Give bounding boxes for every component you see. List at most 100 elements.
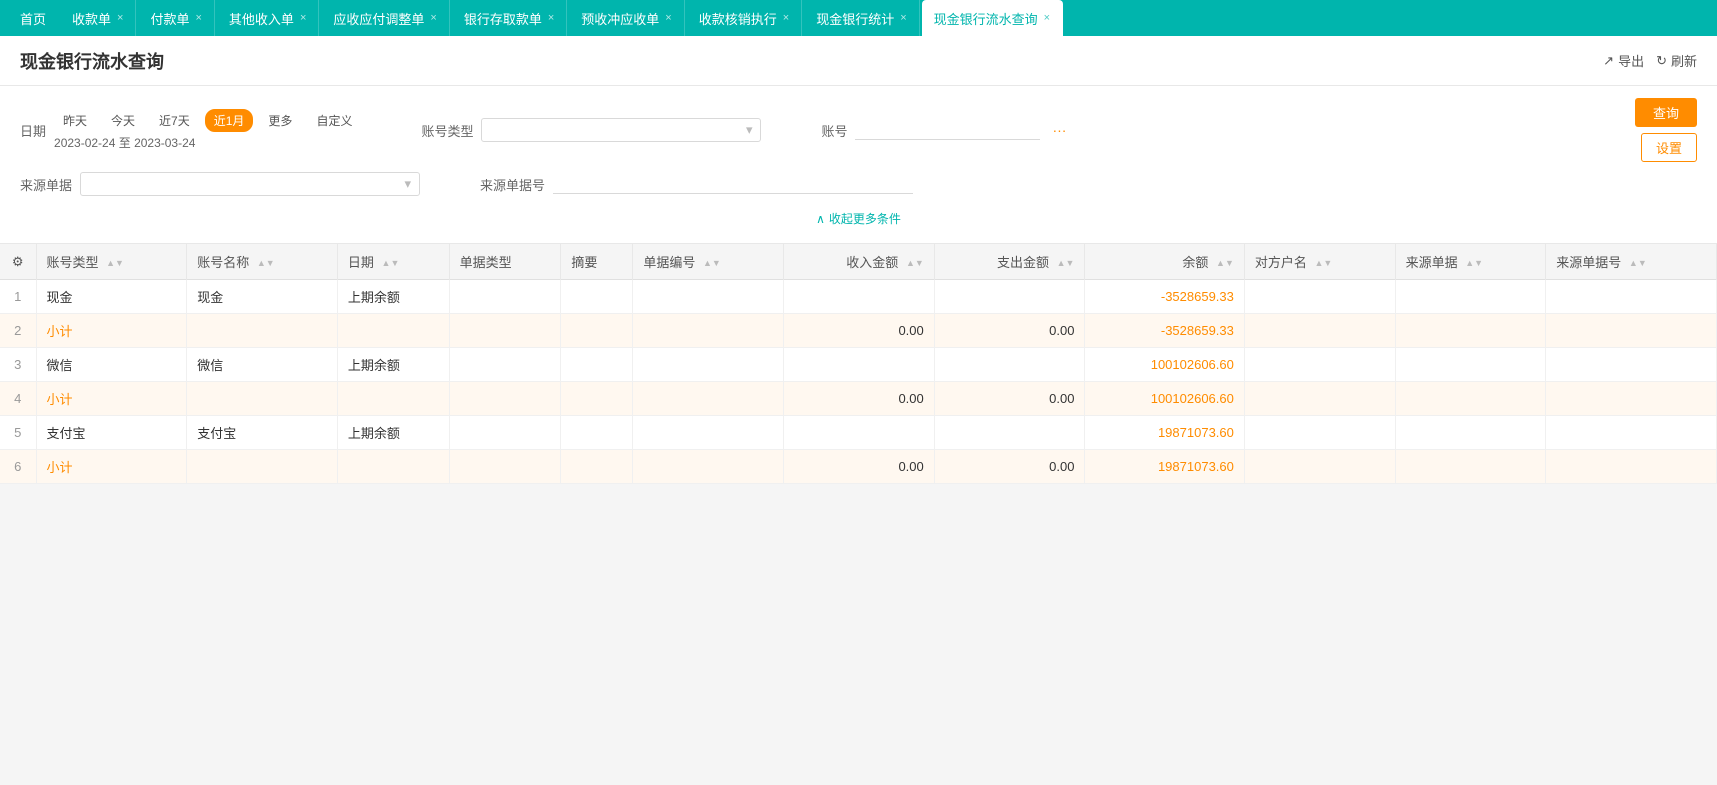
collapse-bar[interactable]: ∧ 收起更多条件 [20,206,1697,231]
td-summary [561,450,633,484]
td-source-doc [1395,280,1546,314]
account-type-select[interactable]: ▾ [481,118,761,142]
nav-tab-shoukuanhexiao[interactable]: 收款核销执行 × [687,0,802,36]
date-btn-1month[interactable]: 近1月 [205,109,254,132]
refresh-button[interactable]: ↻ 刷新 [1656,51,1697,70]
th-counterpart[interactable]: 对方户名 ▲▼ [1244,244,1395,280]
close-icon[interactable]: × [665,12,671,24]
source-doc-select[interactable]: ▾ [80,172,420,196]
td-income [784,348,935,382]
td-doc-no [633,416,784,450]
th-account-name[interactable]: 账号名称 ▲▼ [187,244,338,280]
td-counterpart [1244,348,1395,382]
account-input[interactable] [855,120,1040,140]
nav-tab-qitashouru[interactable]: 其他收入单 × [217,0,319,36]
th-balance[interactable]: 余额 ▲▼ [1085,244,1244,280]
date-btn-yesterday[interactable]: 昨天 [54,109,96,132]
source-doc-num-label: 来源单据号 [480,175,545,194]
td-summary [561,280,633,314]
close-icon[interactable]: × [195,12,201,24]
settings-button[interactable]: 设置 [1641,133,1697,162]
td-balance: 100102606.60 [1085,382,1244,416]
sort-icon-doc-no: ▲▼ [703,259,721,268]
date-options: 昨天 今天 近7天 近1月 更多 自定义 [54,109,361,132]
date-btn-custom[interactable]: 自定义 [307,109,361,132]
date-btn-7days[interactable]: 近7天 [150,109,199,132]
th-doc-type: 单据类型 [449,244,561,280]
close-icon[interactable]: × [548,12,554,24]
nav-tab-liushui[interactable]: 现金银行流水查询 × [922,0,1063,36]
th-date[interactable]: 日期 ▲▼ [337,244,449,280]
td-balance: 19871073.60 [1085,450,1244,484]
nav-tab-yingshoutiaozheng[interactable]: 应收应付调整单 × [321,0,449,36]
table-row: 6 小计 0.00 0.00 19871073.60 [0,450,1717,484]
filter-row-1: 日期 昨天 今天 近7天 近1月 更多 自定义 2023-02-24 至 202… [20,98,1697,162]
top-navigation: 首页 收款单 × 付款单 × 其他收入单 × 应收应付调整单 × 银行存取款单 … [0,0,1717,36]
th-doc-no[interactable]: 单据编号 ▲▼ [633,244,784,280]
td-account-type: 微信 [36,348,187,382]
source-doc-num-input[interactable] [553,174,913,194]
table-header-row: ⚙ 账号类型 ▲▼ 账号名称 ▲▼ 日期 ▲▼ 单据类型 摘要 单据编号 ▲▼ [0,244,1717,280]
td-source-doc-no [1546,280,1717,314]
td-doc-type [449,348,561,382]
td-account-name [187,450,338,484]
td-source-doc [1395,348,1546,382]
close-icon[interactable]: × [430,12,436,24]
td-expense [934,416,1085,450]
query-button[interactable]: 查询 [1635,98,1697,127]
td-counterpart [1244,382,1395,416]
td-source-doc [1395,416,1546,450]
td-income [784,280,935,314]
nav-tab-xianjinyinhang[interactable]: 现金银行统计 × [804,0,919,36]
td-counterpart [1244,314,1395,348]
account-ellipsis-button[interactable]: ··· [1052,122,1066,138]
date-btn-more[interactable]: 更多 [259,109,301,132]
td-income: 0.00 [784,314,935,348]
td-date: 上期余额 [337,280,449,314]
nav-tab-fukuandan[interactable]: 付款单 × [138,0,214,36]
td-source-doc-no [1546,450,1717,484]
th-expense[interactable]: 支出金额 ▲▼ [934,244,1085,280]
td-income: 0.00 [784,450,935,484]
td-doc-type [449,280,561,314]
nav-home[interactable]: 首页 [8,9,58,28]
header-actions: ↗ 导出 ↻ 刷新 [1603,51,1697,70]
th-account-type[interactable]: 账号类型 ▲▼ [36,244,187,280]
th-source-doc-no[interactable]: 来源单据号 ▲▼ [1546,244,1717,280]
close-icon[interactable]: × [783,12,789,24]
close-icon[interactable]: × [900,12,906,24]
nav-tab-shoukuandan[interactable]: 收款单 × [60,0,136,36]
date-label: 日期 [20,121,46,140]
th-account-type-label: 账号类型 [47,255,99,270]
td-num: 1 [0,280,36,314]
td-source-doc [1395,382,1546,416]
th-income-label: 收入金额 [846,255,898,270]
close-icon[interactable]: × [300,12,306,24]
td-expense: 0.00 [934,314,1085,348]
sort-icon-account-type: ▲▼ [106,259,124,268]
td-source-doc [1395,314,1546,348]
close-icon[interactable]: × [117,12,123,24]
th-gear[interactable]: ⚙ [0,244,36,280]
filter-action-buttons: 查询 设置 [1635,98,1697,162]
nav-tab-yinhangcunqu[interactable]: 银行存取款单 × [452,0,567,36]
td-date [337,450,449,484]
td-balance: 100102606.60 [1085,348,1244,382]
refresh-icon: ↻ [1656,53,1667,69]
td-summary [561,314,633,348]
table-container: ⚙ 账号类型 ▲▼ 账号名称 ▲▼ 日期 ▲▼ 单据类型 摘要 单据编号 ▲▼ [0,244,1717,484]
td-account-type: 小计 [36,314,187,348]
th-source-doc[interactable]: 来源单据 ▲▼ [1395,244,1546,280]
nav-tab-yushouchong[interactable]: 预收冲应收单 × [569,0,684,36]
data-table: ⚙ 账号类型 ▲▼ 账号名称 ▲▼ 日期 ▲▼ 单据类型 摘要 单据编号 ▲▼ [0,244,1717,484]
td-num: 6 [0,450,36,484]
export-button[interactable]: ↗ 导出 [1603,51,1644,70]
sort-icon-income: ▲▼ [906,259,924,268]
th-income[interactable]: 收入金额 ▲▼ [784,244,935,280]
td-expense: 0.00 [934,382,1085,416]
sort-icon-balance: ▲▼ [1216,259,1234,268]
chevron-down-icon: ▾ [404,176,411,192]
date-btn-today[interactable]: 今天 [102,109,144,132]
sort-icon-counterpart: ▲▼ [1315,259,1333,268]
close-icon[interactable]: × [1044,12,1050,24]
